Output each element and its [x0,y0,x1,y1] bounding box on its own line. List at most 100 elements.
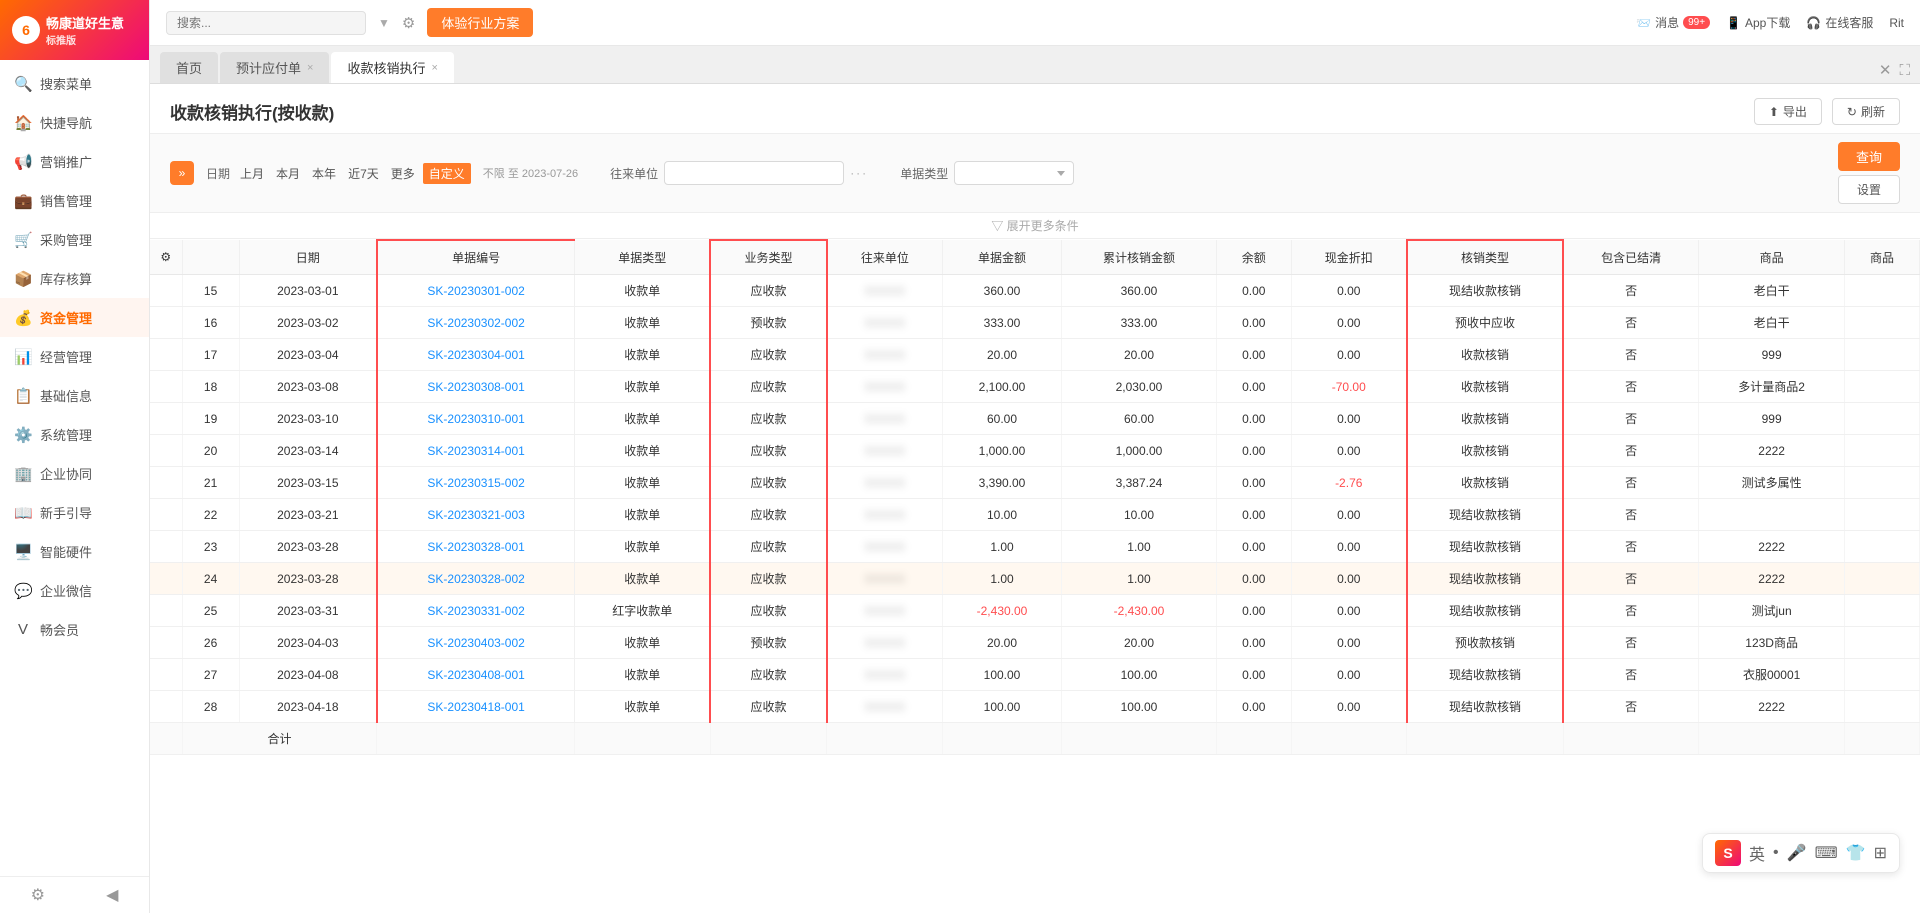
bill-no-link[interactable]: SK-20230321-003 [427,508,524,522]
cell-billtype: 收款单 [575,371,711,403]
app-download-item[interactable]: 📱 App下载 [1726,14,1790,31]
bill-no-link[interactable]: SK-20230314-001 [427,444,524,458]
bill-type-label: 单据类型 [900,165,948,182]
bill-no-link[interactable]: SK-20230403-002 [427,636,524,650]
bill-no-link[interactable]: SK-20230315-002 [427,476,524,490]
topbar-search-input[interactable] [166,11,366,35]
sidebar-item-operation[interactable]: 📊经营管理 [0,337,149,376]
cell-goods1: 老白干 [1699,307,1845,339]
this-year-link[interactable]: 本年 [308,163,340,184]
toolbar-shirt-icon[interactable]: 👕 [1846,843,1866,863]
messages-badge-item[interactable]: 📨 消息 99+ [1636,14,1710,31]
tabs-actions: ✕ ⛶ [1879,61,1910,83]
sidebar-item-purchase[interactable]: 🛒采购管理 [0,220,149,259]
toolbar-keyboard-icon[interactable]: ⌨ [1815,843,1838,863]
sidebar-label-wechat: 企业微信 [40,581,92,600]
cell-partner: XXXXX [827,435,943,467]
cell-billno: SK-20230310-001 [377,403,575,435]
cell-canceltype: 收款核销 [1407,403,1563,435]
bill-no-link[interactable]: SK-20230418-001 [427,700,524,714]
custom-link[interactable]: 自定义 [423,163,471,184]
sidebar-label-guide: 新手引导 [40,503,92,522]
cell-includeclear: 否 [1563,691,1699,723]
table-row: 21 2023-03-15 SK-20230315-002 收款单 应收款 XX… [150,467,1920,499]
tabs-close-icon[interactable]: ✕ [1879,61,1892,79]
sidebar-item-basic[interactable]: 📋基础信息 [0,376,149,415]
sidebar-label-system: 系统管理 [40,425,92,444]
sidebar-item-wechat[interactable]: 💬 企业微信 [0,571,149,610]
expand-more-bar[interactable]: ▽ 展开更多条件 [150,213,1920,239]
toolbar-dot-icon[interactable]: • [1773,844,1779,862]
bill-no-link[interactable]: SK-20230301-002 [427,284,524,298]
export-button[interactable]: ⬆ 导出 [1754,98,1822,125]
tab-collection-close[interactable]: × [431,62,437,74]
sidebar-settings-icon[interactable]: ⚙ [31,885,45,905]
sidebar-item-sales[interactable]: 💼销售管理 [0,181,149,220]
sidebar-item-corp[interactable]: 🏢企业协同 [0,454,149,493]
setting-button[interactable]: 设置 [1838,175,1900,204]
online-service-item[interactable]: 🎧 在线客服 [1806,14,1873,31]
tab-collection[interactable]: 收款核销执行 × [331,52,453,83]
last-month-link[interactable]: 上月 [236,163,268,184]
bill-no-link[interactable]: SK-20230328-002 [427,572,524,586]
more-link[interactable]: 更多 [387,163,419,184]
col-gear-header[interactable]: ⚙ [150,240,182,275]
partner-input[interactable] [664,161,844,185]
col-date-header: 日期 [239,240,377,275]
cell-balance: 0.00 [1216,563,1291,595]
wechat-icon: 💬 [14,582,32,600]
guide-icon: 📖 [14,504,32,522]
toolbar-grid-icon[interactable]: ⊞ [1874,843,1887,863]
app-label: App下载 [1745,14,1790,31]
cell-billtype: 收款单 [575,435,711,467]
topbar-dropdown-arrow[interactable]: ▼ [378,16,390,30]
tab-prepay[interactable]: 预计应付单 × [220,52,329,83]
tabs-expand-icon[interactable]: ⛶ [1899,62,1910,79]
cell-billno: SK-20230328-002 [377,563,575,595]
corp-icon: 🏢 [14,465,32,483]
user-avatar[interactable]: Rit [1889,16,1904,30]
tab-prepay-close[interactable]: × [307,62,313,74]
bill-no-link[interactable]: SK-20230328-001 [427,540,524,554]
cell-goods2 [1845,371,1920,403]
query-button[interactable]: 查询 [1838,142,1900,171]
table-row: 18 2023-03-08 SK-20230308-001 收款单 应收款 XX… [150,371,1920,403]
bill-no-link[interactable]: SK-20230310-001 [427,412,524,426]
sidebar-item-inventory[interactable]: 📦库存核算 [0,259,149,298]
sidebar-item-guide[interactable]: 📖 新手引导 [0,493,149,532]
cell-date: 2023-03-10 [239,403,377,435]
bill-type-select[interactable] [954,161,1074,185]
sidebar-item-quicknav[interactable]: 🏠快捷导航 [0,103,149,142]
sidebar-item-search[interactable]: 🔍搜索菜单 [0,64,149,103]
last7-link[interactable]: 近7天 [344,163,383,184]
cell-biztype: 应收款 [710,435,826,467]
sidebar-item-hardware[interactable]: 🖥️智能硬件 [0,532,149,571]
filter-toggle-btn[interactable]: » [170,161,194,185]
footer-goods1 [1699,723,1845,755]
cell-balance: 0.00 [1216,403,1291,435]
bill-no-link[interactable]: SK-20230408-001 [427,668,524,682]
bill-no-link[interactable]: SK-20230302-002 [427,316,524,330]
sidebar-item-finance[interactable]: 💰资金管理 [0,298,149,337]
cell-goods1: 999 [1699,339,1845,371]
toolbar-text-icon[interactable]: 英 [1749,841,1765,865]
bill-no-link[interactable]: SK-20230331-002 [427,604,524,618]
cell-goods1: 衣服00001 [1699,659,1845,691]
sidebar-item-member[interactable]: V畅会员 [0,610,149,649]
industry-solution-button[interactable]: 体验行业方案 [427,8,533,37]
page-title: 收款核销执行(按收款) [170,99,334,124]
topbar: ▼ ⚙ 体验行业方案 📨 消息 99+ 📱 App下载 🎧 在线客服 Rit [150,0,1920,46]
topbar-gear-icon[interactable]: ⚙ [402,14,415,32]
bill-no-link[interactable]: SK-20230308-001 [427,380,524,394]
toolbar-mic-icon[interactable]: 🎤 [1787,843,1807,863]
sidebar-item-marketing[interactable]: 📢营销推广 [0,142,149,181]
basic-icon: 📋 [14,387,32,405]
this-month-link[interactable]: 本月 [272,163,304,184]
tab-home[interactable]: 首页 [160,52,218,83]
cell-biztype: 应收款 [710,595,826,627]
sidebar-collapse-icon[interactable]: ◀ [106,885,118,905]
sidebar-item-system[interactable]: ⚙️系统管理 [0,415,149,454]
refresh-button[interactable]: ↻ 刷新 [1832,98,1900,125]
bill-no-link[interactable]: SK-20230304-001 [427,348,524,362]
table-row: 20 2023-03-14 SK-20230314-001 收款单 应收款 XX… [150,435,1920,467]
